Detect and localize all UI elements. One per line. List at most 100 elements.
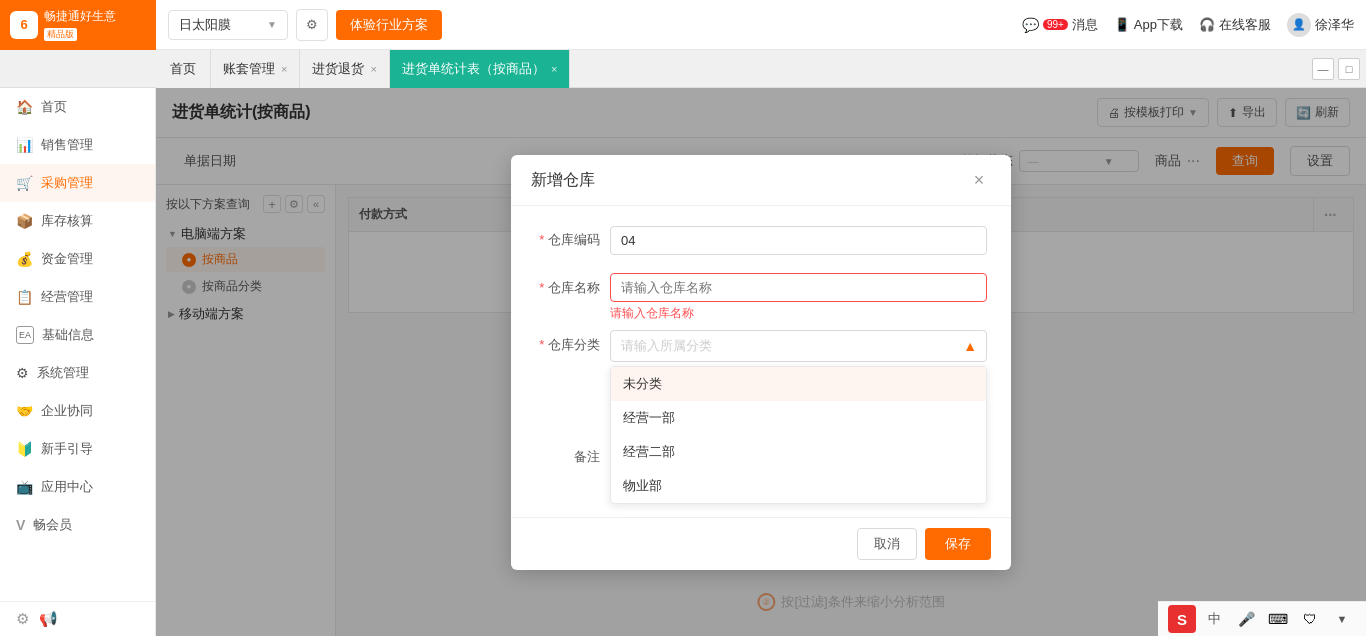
name-field: 请输入仓库名称: [610, 273, 987, 322]
trial-button[interactable]: 体验行业方案: [336, 10, 442, 40]
sidebar-bottom: ⚙ 📢: [0, 601, 155, 636]
bottom-logo-s[interactable]: S: [1168, 605, 1196, 633]
home-icon: 🏠: [16, 99, 33, 115]
sales-icon: 📊: [16, 137, 33, 153]
vip-icon: V: [16, 517, 25, 533]
message-icon: 💬: [1022, 17, 1039, 33]
modal-footer: 取消 保存: [511, 517, 1011, 570]
sidebar-item-operations[interactable]: 📋 经营管理: [0, 278, 155, 316]
bottom-zh-icon[interactable]: 中: [1200, 605, 1228, 633]
purchase-icon: 🛒: [16, 175, 33, 191]
user-avatar: 👤: [1287, 13, 1311, 37]
logo-area: 6 畅捷通好生意 精品版: [0, 0, 156, 50]
modal-body: * 仓库编码 * 仓库名称: [511, 206, 1011, 517]
collab-icon: 🤝: [16, 403, 33, 419]
header-right: 💬 99+ 消息 📱 App下载 🎧 在线客服 👤 徐泽华: [1022, 13, 1354, 37]
message-badge: 99+: [1043, 19, 1068, 30]
save-button[interactable]: 保存: [925, 528, 991, 560]
main-layout: 🏠 首页 📊 销售管理 🛒 采购管理 📦 库存核算 💰 资金管理 📋 经营管理 …: [0, 88, 1366, 636]
sidebar-item-inventory[interactable]: 📦 库存核算: [0, 202, 155, 240]
guide-icon: 🔰: [16, 441, 33, 457]
tab-account[interactable]: 账套管理 ×: [211, 50, 300, 88]
top-header: 6 畅捷通好生意 精品版 日太阳膜 ▼ ⚙ 体验行业方案 💬 99+ 消息 📱 …: [0, 0, 1366, 50]
name-error-msg: 请输入仓库名称: [610, 305, 987, 322]
code-input[interactable]: [610, 226, 987, 255]
sidebar-item-apps[interactable]: 📺 应用中心: [0, 468, 155, 506]
category-label: * 仓库分类: [535, 330, 610, 354]
operations-icon: 📋: [16, 289, 33, 305]
sidebar-speaker-icon[interactable]: 📢: [39, 610, 58, 628]
headset-icon: 🎧: [1199, 17, 1215, 32]
store-name: 日太阳膜: [179, 16, 231, 34]
tab-maximize-btn[interactable]: □: [1338, 58, 1360, 80]
tab-purchase-return[interactable]: 进货退货 ×: [300, 50, 389, 88]
sidebar-item-basics[interactable]: EA 基础信息: [0, 316, 155, 354]
form-row-code: * 仓库编码: [535, 226, 987, 255]
app-download-label: App下载: [1134, 16, 1183, 34]
option-property[interactable]: 物业部: [611, 469, 986, 503]
modal-overlay: 新增仓库 × * 仓库编码: [156, 88, 1366, 636]
option-ops1[interactable]: 经营一部: [611, 401, 986, 435]
category-dropdown-list: 未分类 经营一部 经营二部 物业部: [610, 366, 987, 504]
phone-icon: 📱: [1114, 17, 1130, 32]
tab-close-account[interactable]: ×: [281, 63, 287, 75]
sidebar-item-sales[interactable]: 📊 销售管理: [0, 126, 155, 164]
message-item[interactable]: 💬 99+ 消息: [1022, 16, 1098, 34]
online-service-label: 在线客服: [1219, 16, 1271, 34]
sidebar-item-guide[interactable]: 🔰 新手引导: [0, 430, 155, 468]
basics-icon: EA: [16, 326, 34, 344]
store-selector[interactable]: 日太阳膜 ▼: [168, 10, 288, 40]
modal-title: 新增仓库: [531, 170, 595, 191]
tab-purchase-stats[interactable]: 进货单统计表（按商品） ×: [390, 50, 570, 88]
bottom-shield-icon[interactable]: 🛡: [1296, 605, 1324, 633]
option-ops2[interactable]: 经营二部: [611, 435, 986, 469]
online-service-item[interactable]: 🎧 在线客服: [1199, 16, 1271, 34]
note-label: 备注: [535, 442, 610, 466]
user-name: 徐泽华: [1315, 16, 1354, 34]
sidebar-item-vip[interactable]: V 畅会员: [0, 506, 155, 544]
name-input[interactable]: [610, 273, 987, 302]
page-content: 进货单统计(按商品) 🖨 按模板打印 ▼ ⬆ 导出 🔄 刷新: [156, 88, 1366, 636]
tab-home[interactable]: 首页: [156, 50, 211, 88]
inventory-icon: 📦: [16, 213, 33, 229]
name-label: * 仓库名称: [535, 273, 610, 297]
user-item[interactable]: 👤 徐泽华: [1287, 13, 1354, 37]
category-arrow-up-icon: ▲: [963, 338, 977, 354]
bottom-bar: S 中 🎤 ⌨ 🛡 ▼: [1158, 601, 1366, 636]
cancel-button[interactable]: 取消: [857, 528, 917, 560]
tab-close-stats[interactable]: ×: [551, 63, 557, 75]
message-label: 消息: [1072, 16, 1098, 34]
sidebar-item-finance[interactable]: 💰 资金管理: [0, 240, 155, 278]
sidebar: 🏠 首页 📊 销售管理 🛒 采购管理 📦 库存核算 💰 资金管理 📋 经营管理 …: [0, 88, 156, 636]
logo-text: 畅捷通好生意 精品版: [44, 8, 116, 41]
tab-actions: — □: [1312, 58, 1366, 80]
code-field: [610, 226, 987, 255]
app-download-item[interactable]: 📱 App下载: [1114, 16, 1183, 34]
tab-close-return[interactable]: ×: [370, 63, 376, 75]
modal-close-btn[interactable]: ×: [967, 169, 991, 193]
bottom-more-icon[interactable]: ▼: [1328, 605, 1356, 633]
code-label: * 仓库编码: [535, 231, 610, 249]
settings-btn[interactable]: ⚙: [296, 9, 328, 41]
option-unclassified[interactable]: 未分类: [611, 367, 986, 401]
apps-icon: 📺: [16, 479, 33, 495]
category-dropdown[interactable]: 请输入所属分类 ▲: [610, 330, 987, 362]
sidebar-item-home[interactable]: 🏠 首页: [0, 88, 155, 126]
sidebar-item-collab[interactable]: 🤝 企业协同: [0, 392, 155, 430]
form-row-name: * 仓库名称 请输入仓库名称: [535, 273, 987, 322]
logo-icon: 6: [10, 11, 38, 39]
category-field: 请输入所属分类 ▲ 未分类 经营一部 经营二部 物业部: [610, 330, 987, 362]
system-icon: ⚙: [16, 365, 29, 381]
finance-icon: 💰: [16, 251, 33, 267]
store-dropdown-icon: ▼: [267, 19, 277, 30]
sidebar-settings-icon[interactable]: ⚙: [16, 610, 29, 628]
bottom-mic-icon[interactable]: 🎤: [1232, 605, 1260, 633]
sidebar-item-system[interactable]: ⚙ 系统管理: [0, 354, 155, 392]
bottom-keyboard-icon[interactable]: ⌨: [1264, 605, 1292, 633]
modal-header: 新增仓库 ×: [511, 155, 1011, 206]
tab-minimize-btn[interactable]: —: [1312, 58, 1334, 80]
modal: 新增仓库 × * 仓库编码: [511, 155, 1011, 570]
tab-bar: 首页 账套管理 × 进货退货 × 进货单统计表（按商品） × — □: [0, 50, 1366, 88]
form-row-category: * 仓库分类 请输入所属分类 ▲ 未分类 经营一部: [535, 330, 987, 362]
sidebar-item-purchase[interactable]: 🛒 采购管理: [0, 164, 155, 202]
